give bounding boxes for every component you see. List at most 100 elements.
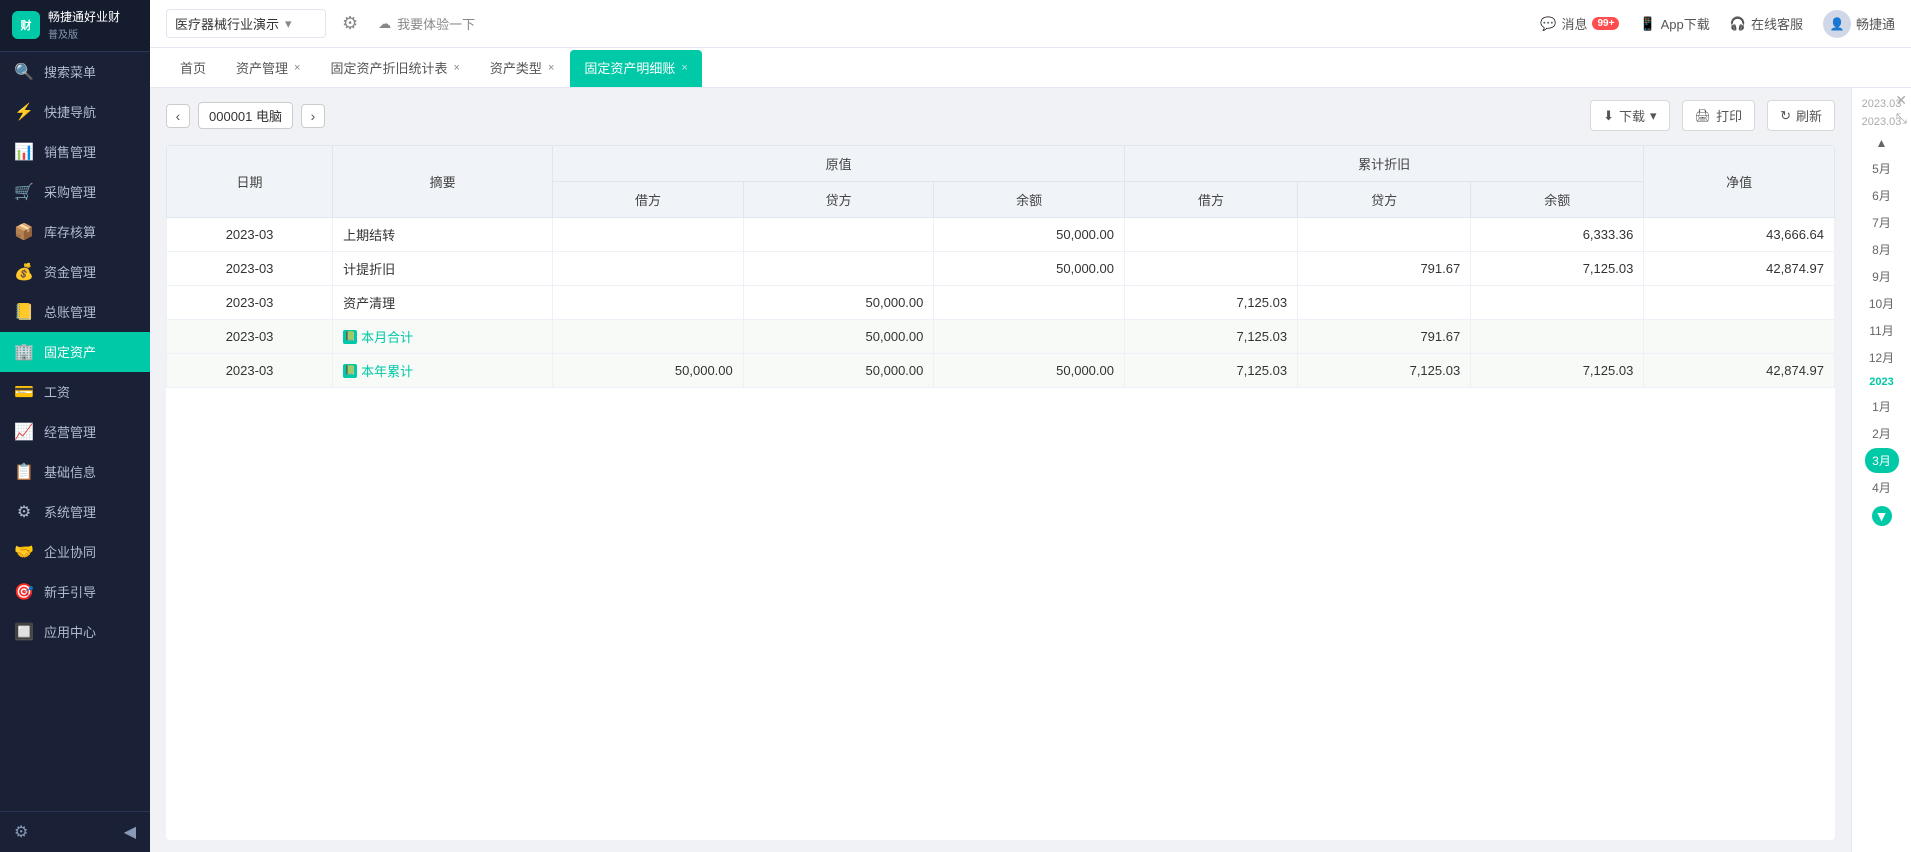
col-accumulated-depreciation: 累计折旧 — [1124, 146, 1643, 182]
next-arrow-icon: › — [311, 108, 316, 124]
timeline-month-9[interactable]: 9月 — [1852, 264, 1911, 289]
table-row — [553, 218, 744, 252]
download-btn[interactable]: ⬇ 下载 ▾ — [1590, 100, 1669, 131]
tabbar: 首页 资产管理 × 固定资产折旧统计表 × 资产类型 × 固定资产明细账 × — [150, 48, 1911, 88]
ledger-table: 日期 摘要 原值 累计折旧 净值 借方 贷方 余额 借方 贷方 余额 — [166, 145, 1835, 388]
experience-btn[interactable]: ☁ 我要体验一下 — [378, 14, 475, 33]
refresh-icon: ↻ — [1780, 108, 1791, 124]
ops-icon: 📈 — [14, 422, 34, 442]
content-area: ‹ 000001 电脑 › ⬇ 下载 ▾ 🖨 打印 — [150, 88, 1911, 852]
table-row: 50,000.00 — [553, 354, 744, 388]
prev-asset-btn[interactable]: ‹ — [166, 104, 190, 128]
refresh-btn[interactable]: ↻ 刷新 — [1767, 100, 1835, 131]
sidebar-toggle-icon[interactable]: ◀ — [124, 822, 136, 842]
sidebar-item-inventory[interactable]: 📦 库存核算 — [0, 212, 150, 252]
table-row — [1124, 218, 1297, 252]
sidebar-item-salary[interactable]: 💳 工资 — [0, 372, 150, 412]
timeline-month-6[interactable]: 6月 — [1852, 183, 1911, 208]
sidebar-item-quicknav[interactable]: ⚡ 快捷导航 — [0, 92, 150, 132]
tab-depreciation-stat[interactable]: 固定资产折旧统计表 × — [316, 50, 473, 87]
salary-icon: 💳 — [14, 382, 34, 402]
sidebar-menu: 🔍 搜索菜单 ⚡ 快捷导航 📊 销售管理 🛒 采购管理 📦 库存核算 💰 资金管… — [0, 52, 150, 811]
col-net-value: 净值 — [1644, 146, 1835, 218]
service-icon: 🎧 — [1730, 16, 1746, 32]
tab-asset-type[interactable]: 资产类型 × — [476, 50, 568, 87]
sidebar-item-collab[interactable]: 🤝 企业协同 — [0, 532, 150, 572]
company-dropdown-arrow: ▾ — [285, 16, 292, 32]
download-btn[interactable]: 📱 App下载 — [1639, 14, 1709, 33]
timeline-month-2[interactable]: 2月 — [1852, 421, 1911, 446]
asset-code: 000001 电脑 — [198, 102, 293, 129]
col-date: 日期 — [167, 146, 333, 218]
experience-icon: ☁ — [378, 16, 391, 32]
tab-asset-mgmt[interactable]: 资产管理 × — [222, 50, 314, 87]
search-icon: 🔍 — [14, 62, 34, 82]
collab-icon: 🤝 — [14, 542, 34, 562]
tab-depreciation-stat-close[interactable]: × — [453, 62, 459, 74]
timeline-month-3-active[interactable]: 3月 — [1865, 448, 1899, 473]
next-asset-btn[interactable]: › — [301, 104, 325, 128]
timeline-close-icon[interactable]: ✕ — [1895, 92, 1907, 109]
timeline-month-11[interactable]: 11月 — [1852, 318, 1911, 343]
table-row — [1124, 252, 1297, 286]
table-row — [553, 286, 744, 320]
sidebar-item-system[interactable]: ⚙ 系统管理 — [0, 492, 150, 532]
asset-nav: ‹ 000001 电脑 › ⬇ 下载 ▾ 🖨 打印 — [166, 100, 1835, 131]
table-row: 791.67 — [1298, 252, 1471, 286]
user-btn[interactable]: 👤 畅捷通 — [1823, 10, 1895, 38]
tab-asset-mgmt-close[interactable]: × — [294, 62, 300, 74]
timeline-month-1[interactable]: 1月 — [1852, 394, 1911, 419]
table-row — [553, 320, 744, 354]
timeline-expand-icon[interactable]: ⤡ — [1896, 110, 1907, 127]
table-row — [1644, 286, 1835, 320]
table-row: 计提折旧 — [333, 252, 553, 286]
col-orig-debit: 借方 — [553, 182, 744, 218]
timeline-month-5[interactable]: 5月 — [1852, 156, 1911, 181]
sidebar-item-basic[interactable]: 📋 基础信息 — [0, 452, 150, 492]
tab-asset-ledger[interactable]: 固定资产明细账 × — [570, 50, 701, 87]
sales-icon: 📊 — [14, 142, 34, 162]
topbar-settings-icon[interactable]: ⚙ — [342, 13, 358, 34]
asset-actions: ⬇ 下载 ▾ 🖨 打印 ↻ 刷新 — [1590, 100, 1835, 131]
timeline-scroll-up[interactable]: ▲ — [1852, 132, 1911, 154]
purchase-icon: 🛒 — [14, 182, 34, 202]
tab-asset-type-close[interactable]: × — [548, 62, 554, 74]
col-acc-debit: 借方 — [1124, 182, 1297, 218]
sidebar-item-ledger[interactable]: 📒 总账管理 — [0, 292, 150, 332]
logo-icon: 财 — [12, 11, 40, 39]
timeline-month-10[interactable]: 10月 — [1852, 291, 1911, 316]
fixed-icon: 🏢 — [14, 342, 34, 362]
tab-home[interactable]: 首页 — [166, 50, 220, 87]
table-row: 50,000.00 — [934, 218, 1125, 252]
table-row: 2023-03 — [167, 286, 333, 320]
timeline-month-8[interactable]: 8月 — [1852, 237, 1911, 262]
table-row — [1471, 286, 1644, 320]
ledger-icon: 📒 — [14, 302, 34, 322]
sidebar-item-guide[interactable]: 🎯 新手引导 — [0, 572, 150, 612]
capital-icon: 💰 — [14, 262, 34, 282]
timeline-month-4[interactable]: 4月 — [1852, 475, 1911, 500]
sidebar-bottom: ⚙ ◀ — [0, 811, 150, 852]
col-original-value: 原值 — [553, 146, 1125, 182]
table-row: 7,125.03 — [1124, 354, 1297, 388]
sidebar-item-capital[interactable]: 💰 资金管理 — [0, 252, 150, 292]
timeline-scroll-down[interactable]: ▼ — [1872, 506, 1892, 526]
tab-asset-ledger-close[interactable]: × — [681, 62, 687, 74]
sidebar-item-fixed[interactable]: 🏢 固定资产 — [0, 332, 150, 372]
sidebar-settings-icon[interactable]: ⚙ — [14, 822, 28, 842]
sidebar-item-purchase[interactable]: 🛒 采购管理 — [0, 172, 150, 212]
timeline-year-2023[interactable]: 2023 — [1852, 372, 1911, 392]
service-btn[interactable]: 🎧 在线客服 — [1730, 14, 1803, 33]
timeline-month-12[interactable]: 12月 — [1852, 345, 1911, 370]
timeline-month-7[interactable]: 7月 — [1852, 210, 1911, 235]
system-icon: ⚙ — [14, 502, 34, 522]
sidebar-item-search[interactable]: 🔍 搜索菜单 — [0, 52, 150, 92]
sidebar-item-ops[interactable]: 📈 经营管理 — [0, 412, 150, 452]
table-row: 6,333.36 — [1471, 218, 1644, 252]
print-btn[interactable]: 🖨 打印 — [1682, 100, 1756, 131]
message-btn[interactable]: 💬 消息 99+ — [1540, 14, 1619, 33]
sidebar-item-apps[interactable]: 🔲 应用中心 — [0, 612, 150, 652]
sidebar-item-sales[interactable]: 📊 销售管理 — [0, 132, 150, 172]
table-row: 上期结转 — [333, 218, 553, 252]
company-selector[interactable]: 医疗器械行业演示 ▾ — [166, 9, 326, 38]
